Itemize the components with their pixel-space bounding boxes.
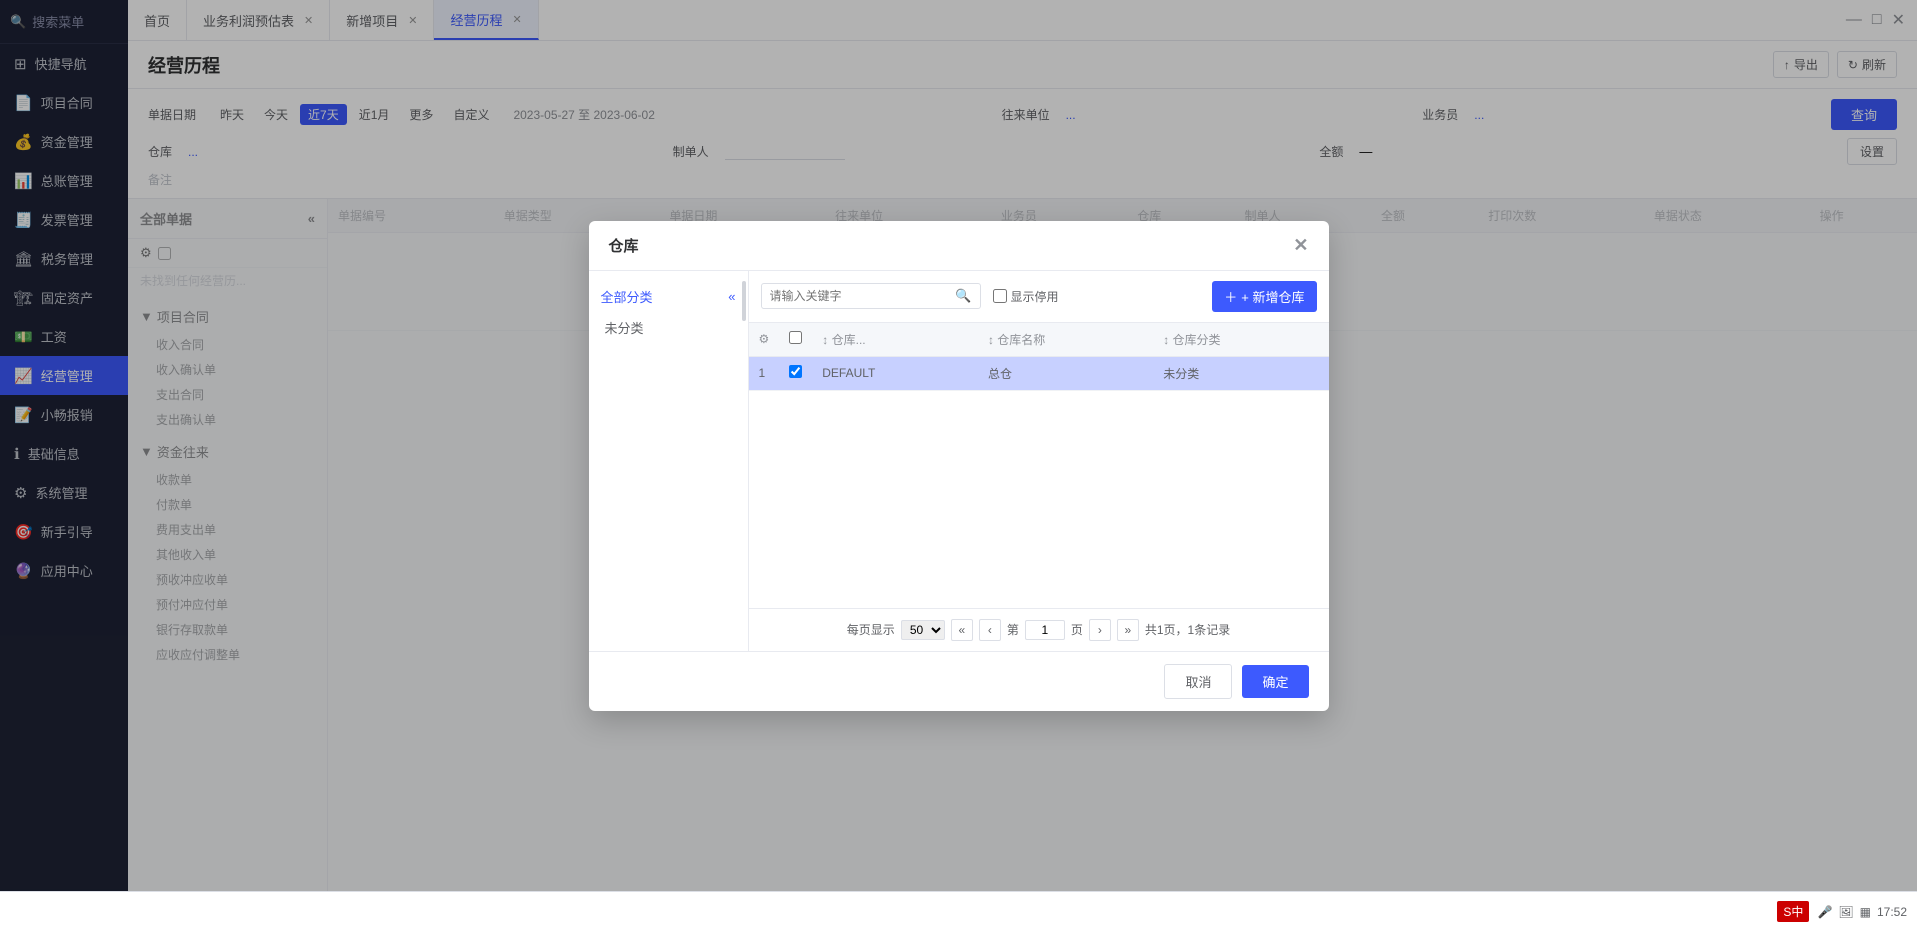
category-panel: 全部分类 « 未分类 [589,271,749,651]
search-submit-icon[interactable]: 🔍 [947,284,979,308]
taskbar: S中 🎤 🖼 ▦ 17:52 [0,891,1917,931]
dialog-footer: 取消 确定 [589,651,1329,711]
search-box: 🔍 [761,283,981,309]
col-settings: ⚙ [749,323,780,357]
search-input[interactable] [762,285,948,307]
dialog-page-suffix: 页 [1071,621,1083,638]
content-panel: 🔍 显示停用 ＋ + 新增仓库 [749,271,1329,651]
dialog-next-page-btn[interactable]: › [1089,619,1111,641]
dialog-page-size-select[interactable]: 50 [901,620,945,640]
show-disabled-label: 显示停用 [993,288,1059,305]
select-all-checkbox[interactable] [789,331,802,344]
category-all[interactable]: 全部分类 « [589,281,748,312]
taskbar-time: 17:52 [1877,905,1907,919]
taskbar-filter-icon: ▦ [1860,905,1871,919]
taskbar-mic-icon: 🎤 [1817,905,1832,919]
category-collapse-icon[interactable]: « [728,289,735,304]
dialog-page-input[interactable] [1025,620,1065,640]
col-name: ↕ 仓库名称 [978,323,1153,357]
col-checkbox-header [779,323,812,357]
dialog-page-label: 第 [1007,621,1019,638]
dialog-toolbar: 🔍 显示停用 ＋ + 新增仓库 [749,271,1329,323]
dialog-total-text: 共1页，1条记录 [1145,621,1230,638]
row-category-1: 未分类 [1153,356,1328,390]
confirm-button[interactable]: 确定 [1242,665,1308,698]
category-uncategorized[interactable]: 未分类 [589,312,748,343]
col-settings-icon[interactable]: ⚙ [759,332,770,346]
all-category-label: 全部分类 [601,287,653,306]
dialog-header: 仓库 ✕ [589,221,1329,271]
dialog-table: ⚙ ↕ 仓库... ↕ [749,323,1329,391]
row-code-1: DEFAULT [812,356,978,390]
col-category: ↕ 仓库分类 [1153,323,1328,357]
add-icon: ＋ [1224,287,1237,306]
dialog-overlay: 仓库 ✕ 全部分类 « 未分类 [0,0,1917,931]
row-id-1: 1 [749,356,780,390]
dialog-last-page-btn[interactable]: » [1117,619,1139,641]
row-name-1: 总仓 [978,356,1153,390]
warehouse-dialog: 仓库 ✕ 全部分类 « 未分类 [589,221,1329,711]
show-disabled-checkbox[interactable] [993,289,1007,303]
row-checkbox-1[interactable] [779,356,812,390]
col-code: ↕ 仓库... [812,323,978,357]
dialog-prev-page-btn[interactable]: ‹ [979,619,1001,641]
dialog-table-row[interactable]: 1 DEFAULT 总仓 未分类 [749,356,1329,390]
dialog-table-header: ⚙ ↕ 仓库... ↕ [749,323,1329,357]
dialog-page-size-label: 每页显示 [847,621,895,638]
dialog-pagination: 每页显示 50 « ‹ 第 页 › » 共1页，1条记录 [749,608,1329,651]
cancel-button[interactable]: 取消 [1164,664,1232,699]
dialog-body: 全部分类 « 未分类 🔍 [589,271,1329,651]
dialog-table-area: ⚙ ↕ 仓库... ↕ [749,323,1329,608]
taskbar-brand: S中 [1777,901,1809,922]
category-scrollbar[interactable] [742,281,746,321]
dialog-first-page-btn[interactable]: « [951,619,973,641]
taskbar-img-icon: 🖼 [1838,905,1853,919]
dialog-close-icon[interactable]: ✕ [1293,235,1308,256]
dialog-title: 仓库 [609,235,639,256]
add-warehouse-button[interactable]: ＋ + 新增仓库 [1212,281,1316,312]
